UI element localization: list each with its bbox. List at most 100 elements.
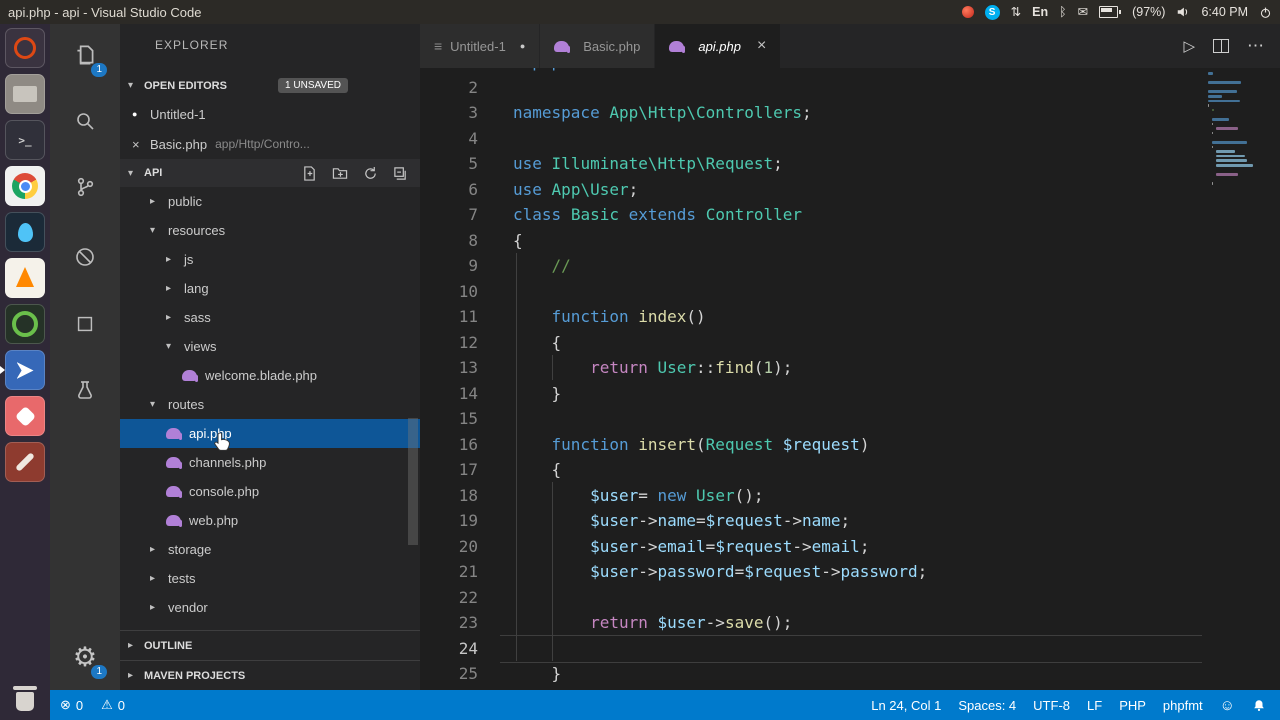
extensions-icon[interactable]	[50, 299, 120, 349]
media-app-icon[interactable]	[5, 304, 45, 344]
tree-item-js[interactable]: ▸js	[120, 245, 420, 274]
tree-item-label: resources	[168, 223, 225, 238]
vscode-launcher-icon[interactable]	[5, 350, 45, 390]
new-folder-icon[interactable]	[332, 166, 348, 181]
code-line[interactable]: 25 }	[420, 661, 1202, 687]
keyboard-layout-indicator[interactable]: En	[1032, 6, 1048, 19]
code-line[interactable]: 4	[420, 126, 1202, 152]
code-line[interactable]: 24	[420, 636, 1202, 662]
tree-item-console.php[interactable]: console.php	[120, 477, 420, 506]
source-control-icon[interactable]	[50, 162, 120, 212]
outline-section-header[interactable]: ▸ OUTLINE	[120, 630, 420, 660]
chevron-down-icon: ▾	[120, 168, 144, 179]
tree-item-welcome.blade.php[interactable]: welcome.blade.php	[120, 361, 420, 390]
formatter[interactable]: phpfmt	[1163, 698, 1203, 713]
mail-icon[interactable]: ✉	[1078, 6, 1088, 19]
indentation[interactable]: Spaces: 4	[958, 698, 1016, 713]
workspace-root-header[interactable]: ▾ API	[120, 159, 420, 187]
code-line[interactable]: 16 function insert(Request $request)	[420, 432, 1202, 458]
tree-item-public[interactable]: ▸public	[120, 187, 420, 216]
sidebar-scrollbar[interactable]	[408, 418, 418, 545]
encoding[interactable]: UTF-8	[1033, 698, 1070, 713]
notifications-bell-icon[interactable]	[1252, 698, 1266, 713]
code-line[interactable]: 2	[420, 75, 1202, 101]
tab-basic-php[interactable]: Basic.php	[540, 24, 655, 68]
terminal-icon[interactable]: >_	[5, 120, 45, 160]
code-line[interactable]: 6use App\User;	[420, 177, 1202, 203]
record-indicator-icon[interactable]	[962, 6, 974, 18]
code-line[interactable]: 9 //	[420, 253, 1202, 279]
tab-api-php[interactable]: api.php ×	[655, 24, 781, 68]
tree-item-vendor[interactable]: ▸vendor	[120, 593, 420, 622]
power-icon[interactable]	[1259, 6, 1272, 19]
tree-item-lang[interactable]: ▸lang	[120, 274, 420, 303]
battery-icon[interactable]	[1099, 6, 1121, 18]
language-mode[interactable]: PHP	[1119, 698, 1146, 713]
explorer-icon[interactable]: 1	[50, 30, 120, 80]
tree-item-sass[interactable]: ▸sass	[120, 303, 420, 332]
settings-gear-icon[interactable]: ⚙ 1	[50, 632, 120, 682]
code-line[interactable]: 3namespace App\Http\Controllers;	[420, 100, 1202, 126]
volume-icon[interactable]	[1176, 5, 1190, 19]
ubuntu-dash-icon[interactable]	[5, 28, 45, 68]
skype-icon[interactable]: S	[985, 5, 1000, 20]
code-line[interactable]: 11 function index()	[420, 304, 1202, 330]
more-actions-icon[interactable]: ⋯	[1247, 36, 1264, 56]
workspace-switcher-icon[interactable]	[5, 74, 45, 114]
pink-app-icon[interactable]	[5, 396, 45, 436]
tree-item-views[interactable]: ▾views	[120, 332, 420, 361]
feedback-smiley-icon[interactable]: ☺	[1220, 697, 1235, 714]
bluetooth-icon[interactable]: ᛒ	[1059, 6, 1067, 19]
code-line[interactable]: 22	[420, 585, 1202, 611]
clock[interactable]: 6:40 PM	[1201, 6, 1248, 19]
maven-section-header[interactable]: ▸ MAVEN PROJECTS	[120, 660, 420, 690]
eol-sequence[interactable]: LF	[1087, 698, 1102, 713]
problems-status[interactable]: ⊗ 0 ⚠ 0	[50, 697, 125, 713]
code-line[interactable]: 18 $user= new User();	[420, 483, 1202, 509]
code-line[interactable]: 15	[420, 406, 1202, 432]
tree-item-api.php[interactable]: api.php	[120, 419, 420, 448]
close-icon[interactable]: ×	[132, 137, 150, 152]
collapse-all-icon[interactable]	[393, 166, 408, 181]
code-line[interactable]: 13 return User::find(1);	[420, 355, 1202, 381]
code-line[interactable]: 23 return $user->save();	[420, 610, 1202, 636]
drivers-tool-icon[interactable]	[5, 442, 45, 482]
code-line[interactable]: 8{	[420, 228, 1202, 254]
trash-icon[interactable]	[13, 686, 37, 714]
tree-item-resources[interactable]: ▾resources	[120, 216, 420, 245]
tab-untitled-1[interactable]: ≡ Untitled-1 ●	[420, 24, 540, 68]
new-file-icon[interactable]	[302, 166, 317, 181]
code-line[interactable]: 21 $user->password=$request->password;	[420, 559, 1202, 585]
code-editor[interactable]: 1<?php23namespace App\Http\Controllers;4…	[420, 68, 1280, 690]
vlc-icon[interactable]	[5, 258, 45, 298]
code-line[interactable]: 17 {	[420, 457, 1202, 483]
tree-item-routes[interactable]: ▾routes	[120, 390, 420, 419]
code-line[interactable]: 14 }	[420, 381, 1202, 407]
cursor-position[interactable]: Ln 24, Col 1	[871, 698, 941, 713]
split-editor-icon[interactable]	[1213, 39, 1229, 53]
tree-item-web.php[interactable]: web.php	[120, 506, 420, 535]
run-button[interactable]: ▷	[1183, 37, 1195, 55]
debug-disabled-icon[interactable]	[50, 232, 120, 282]
code-line[interactable]: 20 $user->email=$request->email;	[420, 534, 1202, 560]
close-icon[interactable]: ×	[757, 37, 766, 55]
code-line[interactable]: 12 {	[420, 330, 1202, 356]
tree-item-channels.php[interactable]: channels.php	[120, 448, 420, 477]
open-editors-header[interactable]: ▾ OPEN EDITORS 1 UNSAVED	[120, 72, 420, 99]
search-icon[interactable]	[50, 96, 120, 146]
activity-bar: 1 ⚙ 1	[50, 24, 120, 690]
tree-item-tests[interactable]: ▸tests	[120, 564, 420, 593]
tree-item-storage[interactable]: ▸storage	[120, 535, 420, 564]
open-editor-basic[interactable]: × Basic.php app/Http/Contro...	[120, 129, 420, 159]
chrome-icon[interactable]	[5, 166, 45, 206]
test-flask-icon[interactable]	[50, 366, 120, 416]
code-line[interactable]: 5use Illuminate\Http\Request;	[420, 151, 1202, 177]
code-line[interactable]: 7class Basic extends Controller	[420, 202, 1202, 228]
open-editor-untitled[interactable]: ● Untitled-1	[120, 99, 420, 129]
code-line[interactable]: 19 $user->name=$request->name;	[420, 508, 1202, 534]
torrent-app-icon[interactable]	[5, 212, 45, 252]
minimap[interactable]	[1202, 72, 1280, 690]
refresh-icon[interactable]	[363, 166, 378, 181]
network-arrows-icon[interactable]: ⇅	[1011, 6, 1021, 19]
code-line[interactable]: 10	[420, 279, 1202, 305]
